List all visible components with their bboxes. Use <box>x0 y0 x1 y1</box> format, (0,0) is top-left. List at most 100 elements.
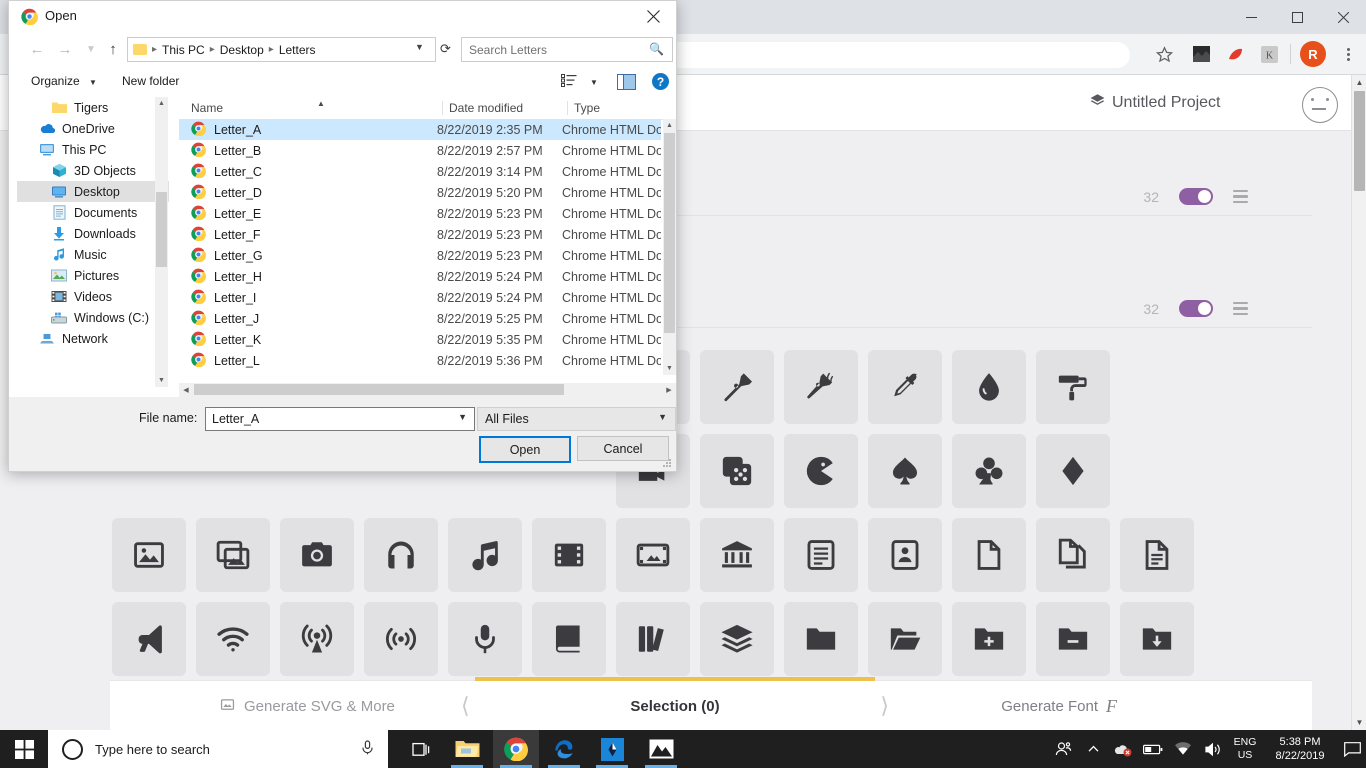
file-row[interactable]: Letter_L 8/22/2019 5:36 PM Chrome HTML Do <box>179 350 661 371</box>
section-toggle[interactable] <box>1179 300 1213 317</box>
headphones-icon[interactable] <box>364 518 438 592</box>
column-separator[interactable] <box>567 101 568 115</box>
new-folder-button[interactable]: New folder <box>122 74 179 88</box>
volume-icon[interactable] <box>1198 730 1228 768</box>
dialog-close-button[interactable] <box>630 1 676 32</box>
tree-scrollbar[interactable]: ▲ ▼ <box>155 97 168 387</box>
scroll-down-arrow[interactable]: ▼ <box>1352 715 1366 730</box>
chevron-down-icon[interactable]: ▼ <box>458 412 467 422</box>
open-button[interactable]: Open <box>479 436 571 463</box>
spade-icon[interactable] <box>868 434 942 508</box>
scroll-thumb[interactable] <box>156 192 167 267</box>
scroll-thumb[interactable] <box>194 384 564 395</box>
file-explorer-button[interactable] <box>444 730 490 768</box>
view-options-icon[interactable] <box>561 74 577 87</box>
blue-app-button[interactable] <box>589 730 635 768</box>
column-header-name[interactable]: Name <box>191 97 223 118</box>
pen-nib-icon[interactable] <box>700 350 774 424</box>
column-header-date[interactable]: Date modified <box>449 97 523 118</box>
chrome-menu-button[interactable] <box>1336 34 1360 74</box>
up-one-level-button[interactable]: ↑ <box>101 37 125 61</box>
id-card-icon[interactable] <box>868 518 942 592</box>
diamond-icon[interactable] <box>1036 434 1110 508</box>
music-note-icon[interactable] <box>448 518 522 592</box>
file-row[interactable]: Letter_C 8/22/2019 3:14 PM Chrome HTML Do <box>179 161 661 182</box>
resize-grip[interactable] <box>663 459 673 469</box>
tree-item-network[interactable]: Network <box>17 328 169 349</box>
film-icon[interactable] <box>532 518 606 592</box>
breadcrumb-item-2[interactable]: Letters <box>279 43 316 57</box>
organize-button[interactable]: Organize <box>31 74 80 88</box>
project-title[interactable]: Untitled Project <box>1090 75 1221 130</box>
bookmark-star-icon[interactable] <box>1148 34 1180 74</box>
extension-icon-3[interactable]: K <box>1256 34 1282 74</box>
tree-item-tigers[interactable]: Tigers <box>17 97 169 118</box>
file-row[interactable]: Letter_D 8/22/2019 5:20 PM Chrome HTML Do <box>179 182 661 203</box>
tree-item-windows-c[interactable]: Windows (C:) <box>17 307 169 328</box>
battery-icon[interactable] <box>1138 730 1168 768</box>
show-hidden-icons-button[interactable] <box>1078 730 1108 768</box>
tree-item-onedrive[interactable]: OneDrive <box>17 118 169 139</box>
book-icon[interactable] <box>532 602 606 676</box>
generate-svg-button[interactable]: Generate SVG & More <box>220 681 395 730</box>
folder-download-icon[interactable] <box>1120 602 1194 676</box>
profile-avatar[interactable]: R <box>1300 41 1326 67</box>
scroll-thumb[interactable] <box>1354 91 1365 191</box>
back-button[interactable]: ← <box>25 37 49 61</box>
chevron-down-icon[interactable]: ▼ <box>658 412 667 422</box>
file-row[interactable]: Letter_I 8/22/2019 5:24 PM Chrome HTML Do <box>179 287 661 308</box>
extension-icon-1[interactable] <box>1188 34 1214 74</box>
photos-button[interactable] <box>638 730 684 768</box>
pacman-icon[interactable] <box>784 434 858 508</box>
layer-group-icon[interactable] <box>700 602 774 676</box>
breadcrumb-dropdown-icon[interactable]: ▼ <box>415 42 424 52</box>
photo-film-icon[interactable] <box>616 518 690 592</box>
minimize-button[interactable] <box>1228 0 1274 34</box>
file-row[interactable]: Letter_G 8/22/2019 5:23 PM Chrome HTML Do <box>179 245 661 266</box>
scroll-up-arrow[interactable]: ▲ <box>155 97 168 110</box>
eye-dropper-icon[interactable] <box>868 350 942 424</box>
images-icon[interactable] <box>196 518 270 592</box>
file-row[interactable]: Letter_B 8/22/2019 2:57 PM Chrome HTML Do <box>179 140 661 161</box>
folder-icon[interactable] <box>784 602 858 676</box>
section-menu-icon[interactable] <box>1233 301 1248 316</box>
tree-item-downloads[interactable]: Downloads <box>17 223 169 244</box>
file-row[interactable]: Letter_F 8/22/2019 5:23 PM Chrome HTML Do <box>179 224 661 245</box>
search-input[interactable]: Search Letters 🔍 <box>461 37 673 62</box>
scroll-up-arrow[interactable]: ▲ <box>663 119 676 132</box>
tint-icon[interactable] <box>952 350 1026 424</box>
generate-font-button[interactable]: Generate Font F <box>1001 681 1117 730</box>
column-separator[interactable] <box>442 101 443 115</box>
rss-signal-icon[interactable] <box>364 602 438 676</box>
folder-minus-icon[interactable] <box>1036 602 1110 676</box>
tree-item-desktop[interactable]: Desktop <box>17 181 169 202</box>
onedrive-alert-icon[interactable] <box>1108 730 1138 768</box>
image-icon[interactable] <box>112 518 186 592</box>
file-type-filter[interactable]: All Files ▼ <box>477 407 676 431</box>
clock[interactable]: 5:38 PM 8/22/2019 <box>1262 730 1338 768</box>
dialog-title-bar[interactable] <box>9 1 676 32</box>
tree-item-3d-objects[interactable]: 3D Objects <box>17 160 169 181</box>
file-text-icon[interactable] <box>1120 518 1194 592</box>
people-icon[interactable] <box>1048 730 1078 768</box>
help-icon[interactable]: ? <box>652 73 669 90</box>
university-icon[interactable] <box>700 518 774 592</box>
section-toggle[interactable] <box>1179 188 1213 205</box>
pen-fancy-icon[interactable] <box>784 350 858 424</box>
tree-item-music[interactable]: Music <box>17 244 169 265</box>
close-button[interactable] <box>1320 0 1366 34</box>
file-row[interactable]: Letter_E 8/22/2019 5:23 PM Chrome HTML Do <box>179 203 661 224</box>
task-view-button[interactable] <box>398 730 444 768</box>
paint-roller-icon[interactable] <box>1036 350 1110 424</box>
file-blank-icon[interactable] <box>952 518 1026 592</box>
folder-open-icon[interactable] <box>868 602 942 676</box>
file-row[interactable]: Letter_H 8/22/2019 5:24 PM Chrome HTML Do <box>179 266 661 287</box>
forward-button[interactable]: → <box>53 37 77 61</box>
scroll-thumb[interactable] <box>664 133 675 333</box>
file-copy-icon[interactable] <box>1036 518 1110 592</box>
language-indicator[interactable]: ENG US <box>1228 730 1262 768</box>
column-header-type[interactable]: Type <box>574 97 600 118</box>
scroll-left-arrow[interactable]: ◀ <box>179 383 193 397</box>
tree-item-this-pc[interactable]: This PC <box>17 139 169 160</box>
breadcrumb[interactable]: ▸ This PC ▸ Desktop ▸ Letters <box>127 37 436 62</box>
